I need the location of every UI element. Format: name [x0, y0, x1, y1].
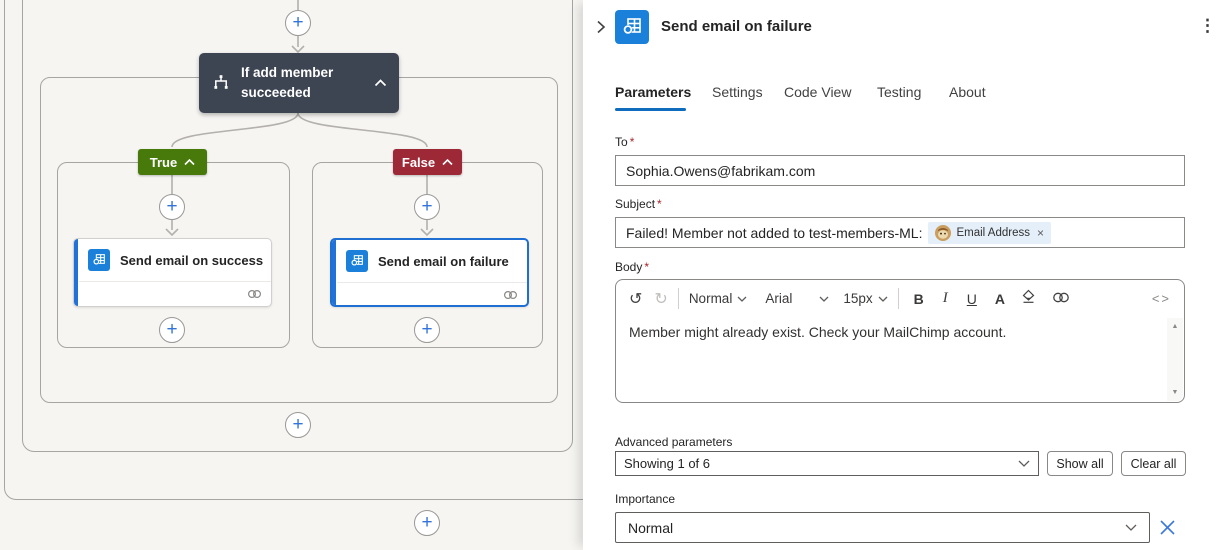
send-email-on-failure-card[interactable]: Send email on failure: [330, 238, 529, 307]
add-action-button-bottom[interactable]: +: [414, 510, 440, 536]
plus-icon: +: [166, 320, 177, 339]
send-email-on-success-card[interactable]: Send email on success: [73, 238, 272, 307]
card-accent-bar: [332, 240, 336, 305]
true-branch-badge[interactable]: True: [138, 149, 207, 175]
body-text[interactable]: Member might already exist. Check your M…: [616, 317, 1184, 347]
plus-icon: +: [421, 513, 432, 532]
importance-label: Importance: [615, 492, 675, 506]
to-input[interactable]: Sophia.Owens@fabrikam.com: [615, 155, 1185, 186]
add-action-button-true-branch[interactable]: +: [159, 317, 185, 343]
remove-token-icon[interactable]: ×: [1037, 226, 1044, 240]
insert-step-button-false-branch[interactable]: +: [414, 194, 440, 220]
advanced-parameters-label: Advanced parameters: [615, 435, 732, 449]
subject-field-label: Subject*: [615, 197, 662, 211]
redo-icon[interactable]: ↻: [654, 289, 667, 309]
tab-settings[interactable]: Settings: [712, 84, 763, 100]
to-value: Sophia.Owens@fabrikam.com: [626, 163, 815, 179]
font-color-button[interactable]: A: [995, 291, 1005, 307]
card-accent-bar: [74, 239, 78, 306]
tab-testing[interactable]: Testing: [877, 84, 921, 100]
show-all-button[interactable]: Show all: [1047, 451, 1113, 476]
active-tab-underline: [615, 108, 686, 111]
add-action-button-false-branch[interactable]: +: [414, 317, 440, 343]
connection-icon: [247, 289, 262, 299]
bold-button[interactable]: B: [914, 291, 924, 307]
code-view-icon[interactable]: <>: [1152, 291, 1171, 306]
outlook-icon: [88, 249, 110, 271]
chevron-down-icon: [1018, 460, 1030, 467]
action-details-panel: Send email on failure ⋮ Parameters Setti…: [583, 0, 1220, 550]
toolbar-divider: [678, 288, 679, 309]
condition-node-title: If add member succeeded: [241, 63, 359, 104]
rich-text-toolbar: ↺ ↻ Normal Arial 15px B I U: [616, 280, 1184, 317]
font-name-dropdown[interactable]: Arial: [765, 291, 829, 306]
collapse-chevron-up-icon[interactable]: [374, 79, 387, 87]
collapse-chevron-up-icon[interactable]: [184, 159, 195, 166]
false-branch-label: False: [402, 155, 435, 170]
body-field-label: Body*: [615, 260, 649, 274]
chevron-right-icon: [594, 20, 608, 34]
more-options-icon[interactable]: ⋮: [1195, 15, 1220, 36]
collapse-chevron-up-icon[interactable]: [442, 159, 453, 166]
email-address-token[interactable]: Email Address ×: [928, 222, 1051, 244]
tab-code-view[interactable]: Code View: [784, 84, 851, 100]
mailchimp-avatar-icon: [935, 225, 951, 241]
insert-step-button-top[interactable]: +: [285, 10, 311, 36]
tab-parameters[interactable]: Parameters: [615, 84, 691, 100]
flow-canvas[interactable]: + + + + + + + If add member succeeded: [0, 0, 583, 550]
subject-text: Failed! Member not added to test-members…: [626, 225, 922, 241]
true-branch-label: True: [150, 155, 177, 170]
body-scrollbar[interactable]: ▲ ▼: [1167, 318, 1183, 401]
required-mark: *: [630, 135, 635, 149]
scroll-down-icon[interactable]: ▼: [1167, 389, 1183, 396]
outlook-icon: [346, 250, 368, 272]
flow-designer: + + + + + + + If add member succeeded: [0, 0, 1220, 550]
subject-input[interactable]: Failed! Member not added to test-members…: [615, 217, 1185, 248]
card-title: Send email on failure: [378, 254, 509, 269]
condition-node[interactable]: If add member succeeded: [199, 53, 399, 113]
plus-icon: +: [421, 197, 432, 216]
plus-icon: +: [421, 320, 432, 339]
condition-icon: [211, 73, 231, 93]
outlook-icon: [615, 10, 649, 44]
font-size-dropdown[interactable]: 15px: [843, 291, 887, 306]
link-icon[interactable]: [1052, 290, 1070, 308]
card-title: Send email on success: [120, 253, 263, 268]
plus-icon: +: [292, 13, 303, 32]
panel-title: Send email on failure: [661, 18, 812, 35]
plus-icon: +: [166, 197, 177, 216]
body-rich-text-editor[interactable]: ↺ ↻ Normal Arial 15px B I U: [615, 279, 1185, 403]
chevron-down-icon: [878, 296, 888, 302]
connection-icon: [503, 290, 518, 300]
clear-all-button[interactable]: Clear all: [1121, 451, 1186, 476]
importance-value: Normal: [628, 520, 673, 536]
scroll-up-icon[interactable]: ▲: [1167, 323, 1183, 330]
italic-button[interactable]: I: [943, 290, 948, 307]
underline-button[interactable]: U: [967, 291, 977, 307]
plus-icon: +: [292, 415, 303, 434]
toolbar-divider: [898, 288, 899, 309]
importance-dropdown[interactable]: Normal: [615, 512, 1150, 543]
advanced-parameters-dropdown[interactable]: Showing 1 of 6: [615, 451, 1039, 476]
tab-about[interactable]: About: [949, 84, 986, 100]
token-label: Email Address: [956, 227, 1030, 239]
insert-step-button-true-branch[interactable]: +: [159, 194, 185, 220]
add-action-button-after-condition[interactable]: +: [285, 412, 311, 438]
paragraph-style-dropdown[interactable]: Normal: [689, 291, 748, 306]
to-field-label: To*: [615, 135, 634, 149]
highlight-color-icon[interactable]: [1022, 289, 1035, 308]
required-mark: *: [644, 260, 649, 274]
chevron-down-icon: [1125, 524, 1137, 531]
advanced-parameters-value: Showing 1 of 6: [624, 456, 710, 471]
clear-importance-icon[interactable]: [1159, 519, 1176, 541]
undo-icon[interactable]: ↺: [629, 289, 642, 309]
collapse-panel-button[interactable]: [592, 18, 610, 41]
required-mark: *: [657, 197, 662, 211]
chevron-down-icon: [737, 296, 747, 302]
chevron-down-icon: [819, 296, 829, 302]
false-branch-badge[interactable]: False: [393, 149, 462, 175]
